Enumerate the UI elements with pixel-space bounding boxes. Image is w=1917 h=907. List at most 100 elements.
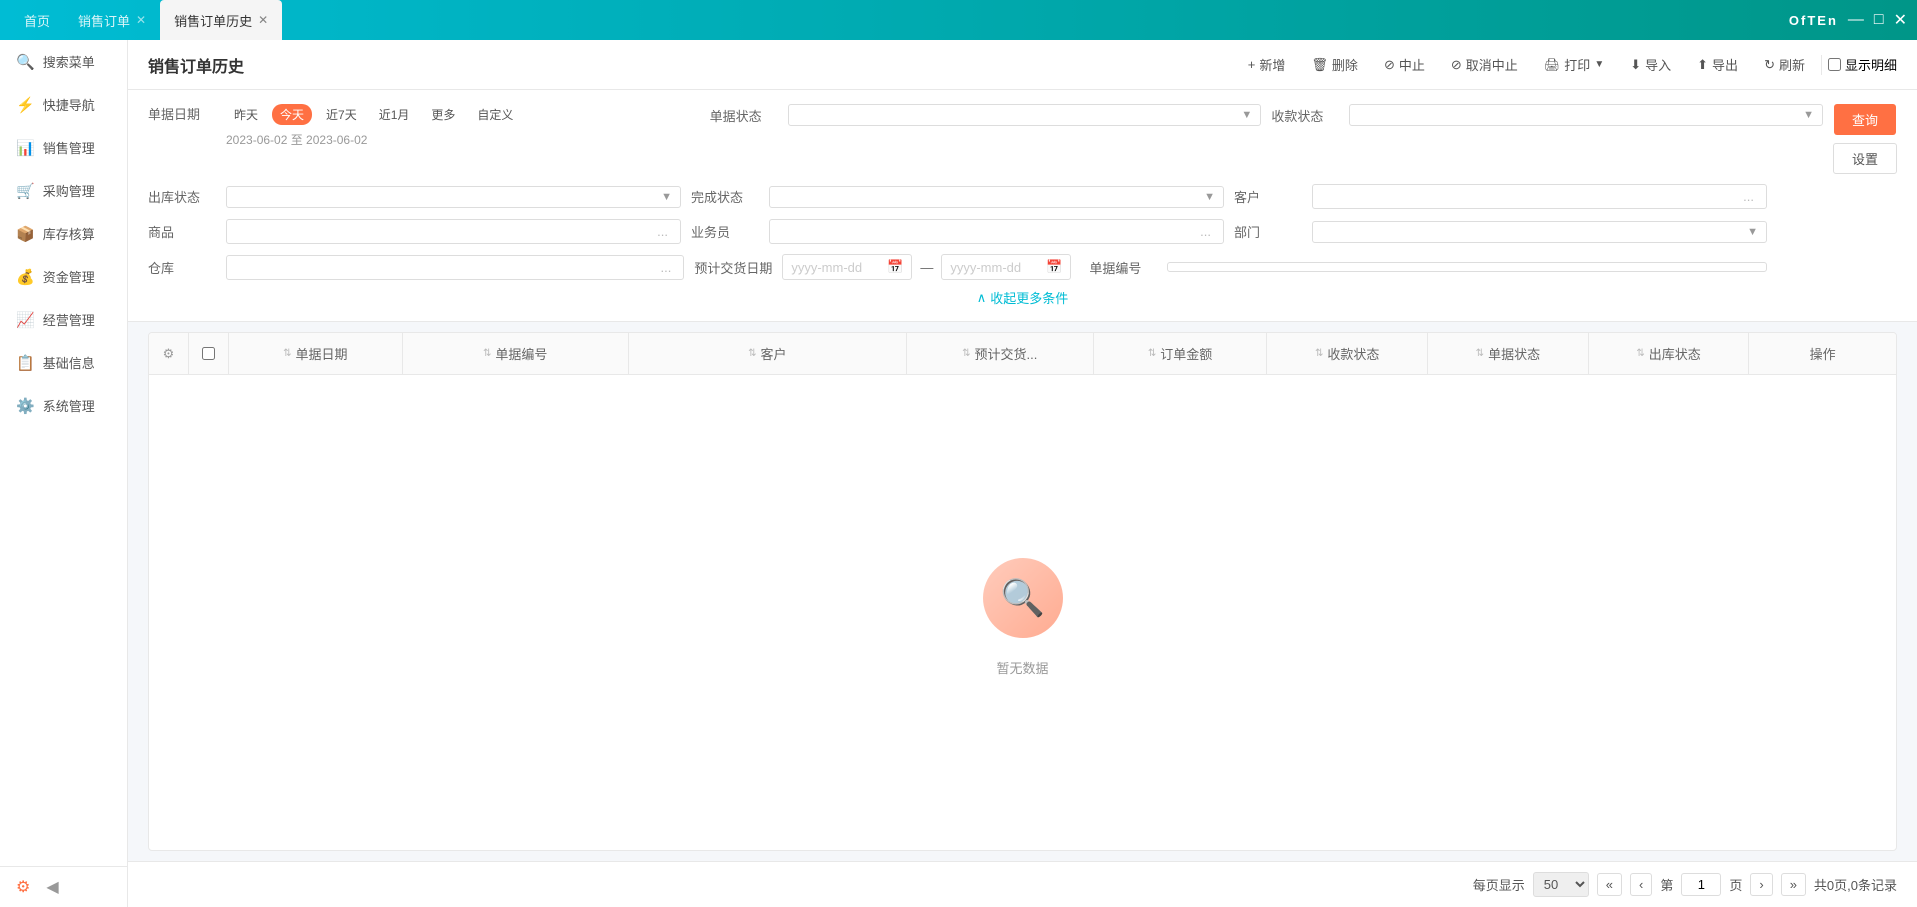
sidebar-item-label: 基础信息: [43, 353, 95, 372]
department-arrow: ▼: [1747, 226, 1758, 238]
chip-7days[interactable]: 近7天: [318, 104, 365, 125]
add-label: 新增: [1259, 55, 1285, 74]
next-page-btn[interactable]: ›: [1750, 873, 1772, 896]
sort-icon-amount: ⇅: [1148, 348, 1156, 359]
order-no-label: 单据编号: [1089, 258, 1159, 277]
order-status-select[interactable]: ▼: [788, 104, 1262, 126]
print-button[interactable]: 🖨 打印 ▼: [1534, 50, 1614, 79]
export-icon: ⬆: [1697, 57, 1708, 73]
set-button[interactable]: 设置: [1833, 143, 1897, 174]
sidebar-item-purchase-mgmt[interactable]: 🛒 采购管理: [0, 169, 127, 212]
customer-dots-btn[interactable]: ...: [1739, 189, 1758, 204]
outbound-status-arrow: ▼: [661, 191, 672, 203]
product-dots-btn[interactable]: ...: [653, 224, 672, 239]
chip-more[interactable]: 更多: [423, 104, 463, 125]
sidebar-bottom: ⚙ ◀: [0, 866, 127, 907]
sidebar-item-label: 经营管理: [43, 310, 95, 329]
sort-icon-delivery: ⇅: [962, 348, 970, 359]
refresh-button[interactable]: ↻ 刷新: [1754, 50, 1815, 79]
sidebar-item-sales-mgmt[interactable]: 📊 销售管理: [0, 126, 127, 169]
th-no-label: 单据编号: [495, 344, 547, 363]
stop-label: 中止: [1399, 55, 1425, 74]
tab-sales-order[interactable]: 销售订单 ✕: [64, 0, 160, 40]
sidebar: 🔍 搜索菜单 ⚡ 快捷导航 📊 销售管理 🛒 采购管理 📦 库存核算 💰 资金管…: [0, 40, 128, 907]
tab-sales-order-history[interactable]: 销售订单历史 ✕: [160, 0, 282, 40]
th-customer: ⇅ 客户: [629, 333, 907, 374]
sidebar-item-inventory-check[interactable]: 📦 库存核算: [0, 212, 127, 255]
date-label: 单据日期: [148, 104, 218, 123]
table-body: 🔍 暂无数据: [149, 375, 1896, 850]
sidebar-item-fund-mgmt[interactable]: 💰 资金管理: [0, 255, 127, 298]
customer-label: 客户: [1234, 187, 1304, 206]
warehouse-dots-btn[interactable]: ...: [656, 260, 675, 275]
table-select-all[interactable]: [189, 333, 229, 374]
delete-button[interactable]: 🗑 删除: [1301, 50, 1368, 79]
show-detail-checkbox-label[interactable]: 显示明细: [1828, 55, 1897, 74]
query-button[interactable]: 查询: [1834, 104, 1896, 135]
chip-1month[interactable]: 近1月: [371, 104, 418, 125]
department-select[interactable]: ▼: [1312, 221, 1767, 243]
th-operation-label: 操作: [1810, 344, 1836, 363]
sidebar-item-business-mgmt[interactable]: 📈 经营管理: [0, 298, 127, 341]
salesperson-dots-btn[interactable]: ...: [1196, 224, 1215, 239]
th-date-label: 单据日期: [296, 344, 348, 363]
sidebar-expand-icon[interactable]: ◀: [46, 877, 58, 897]
th-no: ⇅ 单据编号: [403, 333, 629, 374]
sidebar-settings-icon[interactable]: ⚙: [16, 877, 30, 897]
quick-nav-icon: ⚡: [16, 96, 35, 114]
collapse-button[interactable]: ∧ 收起更多条件: [148, 288, 1897, 307]
pagination: 每页显示 50 20 100 200 « ‹ 第 页 › » 共0页,0条记录: [128, 861, 1917, 907]
tab-sales-order-label: 销售订单: [78, 11, 130, 30]
chip-today[interactable]: 今天: [272, 104, 312, 125]
first-page-btn[interactable]: «: [1597, 873, 1622, 896]
empty-icon: 🔍: [983, 558, 1063, 638]
sidebar-item-label: 采购管理: [43, 181, 95, 200]
collapse-label: 收起更多条件: [990, 288, 1068, 307]
filter-area: 单据日期 昨天 今天 近7天 近1月 更多 自定义 2023-06-02 至 2…: [128, 90, 1917, 322]
sidebar-item-system-mgmt[interactable]: ⚙️ 系统管理: [0, 384, 127, 427]
sidebar-item-quick-nav[interactable]: ⚡ 快捷导航: [0, 83, 127, 126]
stop-button[interactable]: ⊘ 中止: [1374, 50, 1435, 79]
tab-home[interactable]: 首页: [10, 0, 64, 40]
tab-sales-order-close[interactable]: ✕: [136, 13, 146, 27]
page-input[interactable]: [1681, 873, 1721, 896]
th-delivery-date: ⇅ 预计交货...: [907, 333, 1094, 374]
th-payment-status: ⇅ 收款状态: [1267, 333, 1428, 374]
order-status-arrow: ▼: [1241, 109, 1252, 121]
last-page-btn[interactable]: »: [1781, 873, 1806, 896]
prev-page-btn[interactable]: ‹: [1630, 873, 1652, 896]
sidebar-item-basic-info[interactable]: 📋 基础信息: [0, 341, 127, 384]
delivery-date-label: 预计交货日期: [694, 258, 774, 277]
table-header: ⚙ ⇅ 单据日期 ⇅ 单据编号 ⇅ 客户 ⇅ 预计交货.: [149, 333, 1896, 375]
print-label: 打印: [1564, 55, 1590, 74]
th-order-status: ⇅ 单据状态: [1428, 333, 1589, 374]
export-button[interactable]: ⬆ 导出: [1687, 50, 1748, 79]
system-mgmt-icon: ⚙️: [16, 397, 35, 415]
table-settings-btn[interactable]: ⚙: [149, 333, 189, 374]
select-all-checkbox[interactable]: [202, 347, 215, 360]
sidebar-item-search-menu[interactable]: 🔍 搜索菜单: [0, 40, 127, 83]
delivery-date-from[interactable]: yyyy-mm-dd 📅: [782, 254, 912, 280]
show-detail-checkbox[interactable]: [1828, 58, 1841, 71]
complete-status-select[interactable]: ▼: [769, 186, 1224, 208]
window-maximize[interactable]: □: [1874, 11, 1884, 29]
tab-sales-order-history-close[interactable]: ✕: [258, 13, 268, 27]
th-amount-label: 订单金额: [1160, 344, 1212, 363]
delivery-date-to[interactable]: yyyy-mm-dd 📅: [941, 254, 1071, 280]
payment-status-select[interactable]: ▼: [1349, 104, 1823, 126]
tab-home-label: 首页: [24, 11, 50, 30]
th-order-status-label: 单据状态: [1488, 344, 1540, 363]
add-button[interactable]: + 新增: [1238, 50, 1296, 79]
chip-custom[interactable]: 自定义: [469, 104, 521, 125]
outbound-status-select[interactable]: ▼: [226, 186, 681, 208]
th-delivery-label: 预计交货...: [975, 344, 1038, 363]
cancel-stop-button[interactable]: ⊘ 取消中止: [1441, 50, 1528, 79]
th-operation: 操作: [1749, 333, 1896, 374]
sort-icon-date: ⇅: [283, 348, 291, 359]
window-close[interactable]: ✕: [1894, 10, 1907, 30]
window-minimize[interactable]: —: [1848, 11, 1864, 29]
chip-yesterday[interactable]: 昨天: [226, 104, 266, 125]
show-detail-label: 显示明细: [1845, 55, 1897, 74]
page-size-select[interactable]: 50 20 100 200: [1533, 872, 1589, 897]
import-button[interactable]: ⬇ 导入: [1620, 50, 1681, 79]
